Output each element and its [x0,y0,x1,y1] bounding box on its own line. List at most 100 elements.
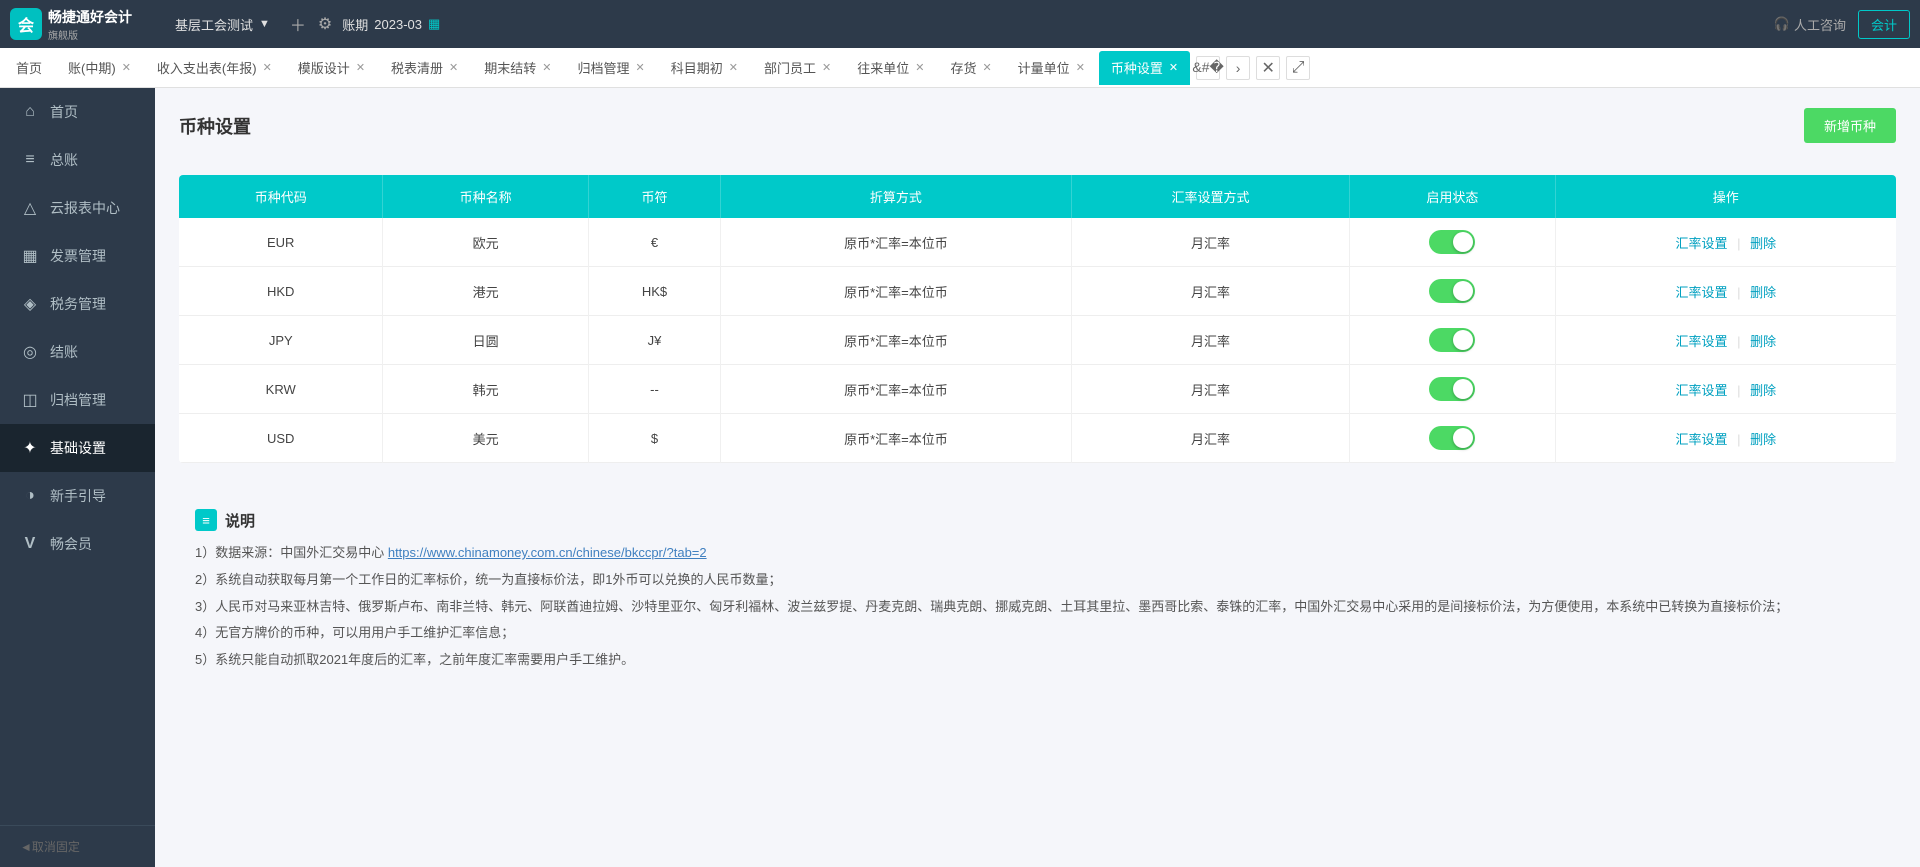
chevron-down-icon: ▼ [259,18,270,30]
user-button[interactable]: 会计 [1858,10,1910,39]
tab-units-close[interactable]: ✕ [1076,61,1085,74]
rate-setting-link[interactable]: 汇率设置 [1675,383,1727,398]
delete-link[interactable]: 删除 [1750,334,1776,349]
workspace-selector[interactable]: 基层工会测试 ▼ [175,15,270,34]
col-header-name: 币种名称 [383,175,588,218]
tab-archive[interactable]: 归档管理 ✕ [566,51,657,85]
cell-code: HKD [179,267,383,316]
new-currency-button[interactable]: 新增币种 [1804,108,1896,143]
delete-link[interactable]: 删除 [1750,285,1776,300]
tab-template-close[interactable]: ✕ [356,61,365,74]
tab-departments[interactable]: 部门员工 ✕ [752,51,843,85]
tab-subjects-label: 科目期初 [671,58,723,77]
pin-label: ◄取消固定 [20,838,80,855]
tab-departments-label: 部门员工 [764,58,816,77]
toggle-enabled[interactable] [1429,377,1475,401]
tab-tax-close[interactable]: ✕ [449,61,458,74]
delete-link[interactable]: 删除 [1750,236,1776,251]
tab-income[interactable]: 收入支出表(年报) ✕ [145,51,284,85]
tab-period-end[interactable]: 期末结转 ✕ [472,51,563,85]
cell-actions: 汇率设置 | 删除 [1555,267,1896,316]
tab-currency[interactable]: 币种设置 ✕ [1099,51,1190,85]
toggle-enabled[interactable] [1429,230,1475,254]
cell-code: USD [179,414,383,463]
tab-bar: 首页 账(中期) ✕ 收入支出表(年报) ✕ 模版设计 ✕ 税表清册 ✕ 期末结… [0,48,1920,88]
top-actions: ＋ ⚙ [290,12,332,36]
rate-setting-link[interactable]: 汇率设置 [1675,285,1727,300]
tab-expand-button[interactable]: ⤢ [1286,56,1310,80]
tab-archive-close[interactable]: ✕ [636,61,645,74]
sidebar-item-ledger-label: 总账 [50,150,78,170]
tab-subjects[interactable]: 科目期初 ✕ [659,51,750,85]
tab-subjects-close[interactable]: ✕ [729,61,738,74]
tab-balance[interactable]: 账(中期) ✕ [56,51,143,85]
tab-next-button[interactable]: › [1226,56,1250,80]
cell-rate-type: 月汇率 [1071,316,1350,365]
tab-home-label: 首页 [16,58,42,77]
toggle-enabled[interactable] [1429,426,1475,450]
tab-tax[interactable]: 税表清册 ✕ [379,51,470,85]
cell-status [1350,267,1555,316]
tab-units[interactable]: 计量单位 ✕ [1006,51,1097,85]
note-list-item: 2）系统自动获取每月第一个工作日的汇率标价，统一为直接标价法，即1外币可以兑换的… [195,570,1880,591]
delete-link[interactable]: 删除 [1750,383,1776,398]
sidebar-item-home[interactable]: ⌂ 首页 [0,88,155,136]
cell-rate-type: 月汇率 [1071,218,1350,267]
tab-archive-label: 归档管理 [578,58,630,77]
tab-inventory-close[interactable]: ✕ [982,61,991,74]
sidebar-item-settlement[interactable]: ◎ 结账 [0,328,155,376]
toggle-enabled[interactable] [1429,279,1475,303]
sidebar-item-ledger[interactable]: ≡ 总账 [0,136,155,184]
chinamoney-link[interactable]: https://www.chinamoney.com.cn/chinese/bk… [388,545,707,560]
tab-close-all-button[interactable]: ✕ [1256,56,1280,80]
sidebar-item-member-label: 畅会员 [50,534,92,554]
cell-code: KRW [179,365,383,414]
calendar-icon[interactable]: ▦ [428,16,440,32]
col-header-calc: 折算方式 [721,175,1072,218]
tab-prev-button[interactable]: &#� [1196,56,1220,80]
add-workspace-button[interactable]: ＋ [290,12,306,36]
cell-calc: 原币*汇率=本位币 [721,267,1072,316]
tab-period-end-close[interactable]: ✕ [542,61,551,74]
rate-setting-link[interactable]: 汇率设置 [1675,432,1727,447]
tab-partners[interactable]: 往来单位 ✕ [845,51,936,85]
tab-partners-close[interactable]: ✕ [915,61,924,74]
tab-balance-close[interactable]: ✕ [122,61,131,74]
tab-currency-close[interactable]: ✕ [1169,61,1178,74]
guide-icon: ◑ [20,487,40,505]
sidebar-item-guide[interactable]: ◑ 新手引导 [0,472,155,520]
toggle-enabled[interactable] [1429,328,1475,352]
cell-status [1350,218,1555,267]
cell-symbol: -- [588,365,720,414]
sidebar-item-member[interactable]: V 畅会员 [0,520,155,568]
cell-code: JPY [179,316,383,365]
sidebar-item-archive[interactable]: ◫ 归档管理 [0,376,155,424]
sidebar-item-settings[interactable]: ✦ 基础设置 [0,424,155,472]
col-header-symbol: 币符 [588,175,720,218]
logo-area: 会 畅捷通好会计 旗舰版 [10,7,165,42]
settlement-icon: ◎ [20,342,40,362]
rate-setting-link[interactable]: 汇率设置 [1675,236,1727,251]
tab-home[interactable]: 首页 [4,51,54,85]
note-title: ≡ 说明 [195,509,1880,531]
home-icon: ⌂ [20,103,40,121]
action-separator: | [1737,383,1740,398]
delete-link[interactable]: 删除 [1750,432,1776,447]
sidebar-item-reports[interactable]: △ 云报表中心 [0,184,155,232]
cell-calc: 原币*汇率=本位币 [721,414,1072,463]
service-button[interactable]: 🎧 人工咨询 [1774,15,1846,34]
rate-setting-link[interactable]: 汇率设置 [1675,334,1727,349]
tab-income-close[interactable]: ✕ [263,61,272,74]
sidebar-item-invoice[interactable]: ▦ 发票管理 [0,232,155,280]
tab-departments-close[interactable]: ✕ [822,61,831,74]
title-row: 币种设置 新增币种 [179,108,1896,159]
pin-sidebar-button[interactable]: ◄取消固定 [0,825,155,867]
col-header-code: 币种代码 [179,175,383,218]
settings-icon[interactable]: ⚙ [318,14,332,34]
cell-status [1350,414,1555,463]
tab-tax-label: 税表清册 [391,58,443,77]
tab-inventory[interactable]: 存货 ✕ [938,51,1003,85]
tab-template[interactable]: 模版设计 ✕ [286,51,377,85]
sidebar-item-tax[interactable]: ◈ 税务管理 [0,280,155,328]
note-section: ≡ 说明 1）数据来源：中国外汇交易中心 https://www.chinamo… [179,493,1896,693]
